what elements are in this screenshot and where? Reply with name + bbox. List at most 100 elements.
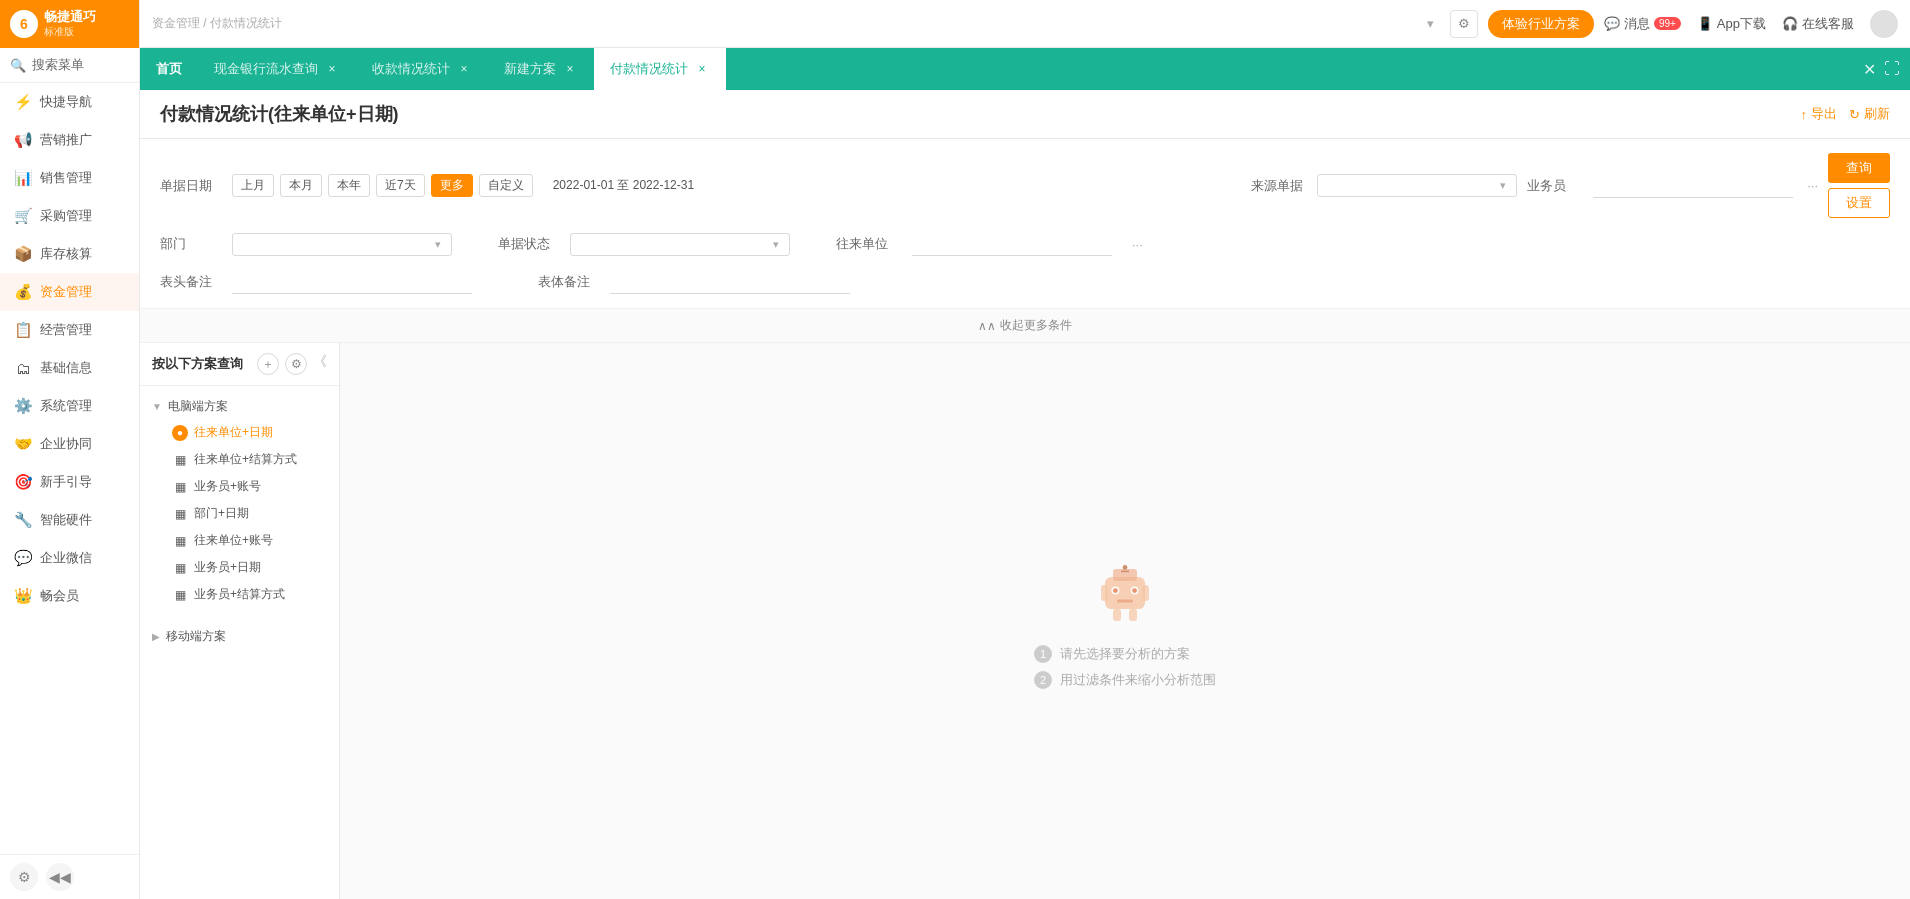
scheme-item-staff-pay[interactable]: ▦ 业务员+结算方式 — [152, 581, 327, 608]
sidebar-item-label: 采购管理 — [40, 207, 92, 225]
scheme-group-mobile-title[interactable]: ▶ 移动端方案 — [152, 624, 327, 649]
date-btn-7days[interactable]: 近7天 — [376, 174, 425, 197]
tab-bank-flow[interactable]: 现金银行流水查询 × — [198, 48, 356, 90]
sidebar-item-system[interactable]: ⚙️ 系统管理 — [0, 387, 139, 425]
staff-input[interactable] — [1593, 174, 1793, 198]
tab-new-scheme-close[interactable]: × — [562, 61, 578, 77]
scheme-item-staff-date[interactable]: ▦ 业务员+日期 — [152, 554, 327, 581]
svg-point-5 — [1132, 588, 1137, 593]
sidebar-item-inventory[interactable]: 📦 库存核算 — [0, 235, 139, 273]
collapse-sidebar-btn[interactable]: ◀◀ — [46, 863, 74, 891]
filter-area: 单据日期 上月 本月 本年 近7天 更多 自定义 2022-01-01 至 20… — [140, 139, 1910, 308]
sidebar-item-label: 系统管理 — [40, 397, 92, 415]
settings-scheme-btn[interactable]: ⚙ — [285, 353, 307, 375]
scheme-item-label: 业务员+账号 — [194, 478, 261, 495]
sidebar-item-label: 畅会员 — [40, 587, 79, 605]
sidebar-item-capital[interactable]: 💰 资金管理 — [0, 273, 139, 311]
query-btn[interactable]: 查询 — [1828, 153, 1890, 183]
date-range-value: 2022-01-01 至 2022-12-31 — [553, 177, 694, 194]
tab-payment-stat-close[interactable]: × — [694, 61, 710, 77]
sidebar-item-basic[interactable]: 🗂 基础信息 — [0, 349, 139, 387]
status-select[interactable]: ▾ — [570, 233, 790, 256]
collapse-bar[interactable]: ∧∧ 收起更多条件 — [140, 308, 1910, 343]
scheme-group-desktop-title[interactable]: ▼ 电脑端方案 — [152, 394, 327, 419]
scheme-item-icon: ▦ — [172, 533, 188, 549]
svg-rect-7 — [1101, 585, 1107, 601]
source-select[interactable]: ▾ — [1317, 174, 1517, 197]
scheme-item-dept-date[interactable]: ▦ 部门+日期 — [152, 500, 327, 527]
partner-input[interactable] — [912, 232, 1112, 256]
date-filter-label: 单据日期 — [160, 177, 216, 195]
app-download-btn[interactable]: 📱 App下载 — [1697, 15, 1766, 33]
page-header: 付款情况统计(往来单位+日期) ↑ 导出 ↻ 刷新 — [140, 90, 1910, 139]
hint-number-1: 1 — [1034, 645, 1052, 663]
messages-btn[interactable]: 💬 消息 99+ — [1604, 15, 1681, 33]
date-btn-more[interactable]: 更多 — [431, 174, 473, 197]
source-filter-label: 来源单据 — [1251, 177, 1307, 195]
tab-expand-icon[interactable]: ⛶ — [1884, 60, 1900, 78]
sidebar-item-operation[interactable]: 📋 经营管理 — [0, 311, 139, 349]
guide-icon: 🎯 — [14, 473, 32, 491]
scheme-item-staff-account[interactable]: ▦ 业务员+账号 — [152, 473, 327, 500]
action-buttons: 查询 设置 — [1828, 153, 1890, 218]
date-btn-this-month[interactable]: 本月 — [280, 174, 322, 197]
body-note-input[interactable] — [610, 270, 850, 294]
sidebar-item-label: 企业协同 — [40, 435, 92, 453]
basic-icon: 🗂 — [14, 359, 32, 377]
sidebar-item-marketing[interactable]: 📢 营销推广 — [0, 121, 139, 159]
tab-bank-flow-close[interactable]: × — [324, 61, 340, 77]
sidebar-menu: ⚡ 快捷导航 📢 营销推广 📊 销售管理 🛒 采购管理 📦 库存核算 💰 资金管… — [0, 83, 139, 854]
header-note-input[interactable] — [232, 270, 472, 294]
online-service-btn[interactable]: 🎧 在线客服 — [1782, 15, 1854, 33]
content-area: 付款情况统计(往来单位+日期) ↑ 导出 ↻ 刷新 单据日期 上月 本月 本年 — [140, 90, 1910, 899]
scheme-item-icon: ▦ — [172, 587, 188, 603]
sidebar-item-wechat[interactable]: 💬 企业微信 — [0, 539, 139, 577]
settings-btn[interactable]: 设置 — [1828, 188, 1890, 218]
tab-new-scheme[interactable]: 新建方案 × — [488, 48, 594, 90]
scheme-item-partner-date[interactable]: ● 往来单位+日期 — [152, 419, 327, 446]
sidebar-bottom: ⚙ ◀◀ — [0, 854, 139, 899]
scheme-item-label: 业务员+日期 — [194, 559, 261, 576]
page-header-actions: ↑ 导出 ↻ 刷新 — [1801, 105, 1891, 135]
staff-more-icon[interactable]: ··· — [1807, 178, 1818, 193]
sidebar-item-quick-nav[interactable]: ⚡ 快捷导航 — [0, 83, 139, 121]
user-avatar[interactable] — [1870, 10, 1898, 38]
scheme-item-partner-account[interactable]: ▦ 往来单位+账号 — [152, 527, 327, 554]
quick-nav-icon: ⚡ — [14, 93, 32, 111]
trial-btn[interactable]: 体验行业方案 — [1488, 10, 1594, 38]
tab-home[interactable]: 首页 — [140, 48, 198, 90]
empty-robot-icon — [1085, 553, 1165, 633]
add-scheme-btn[interactable]: ＋ — [257, 353, 279, 375]
hint-text-2: 用过滤条件来缩小分析范围 — [1060, 671, 1216, 689]
sidebar-item-sales[interactable]: 📊 销售管理 — [0, 159, 139, 197]
tab-receipt-stat[interactable]: 收款情况统计 × — [356, 48, 488, 90]
staff-filter-label: 业务员 — [1527, 177, 1583, 195]
date-btn-this-year[interactable]: 本年 — [328, 174, 370, 197]
sidebar-item-hardware[interactable]: 🔧 智能硬件 — [0, 501, 139, 539]
left-panel-actions: ＋ ⚙ 《 — [257, 353, 327, 375]
status-select-arrow: ▾ — [773, 238, 779, 251]
sidebar-search[interactable]: 🔍 搜索菜单 — [0, 48, 139, 83]
tab-close-all-icon[interactable]: ✕ — [1863, 60, 1876, 79]
scheme-item-label: 往来单位+日期 — [194, 424, 273, 441]
refresh-btn[interactable]: ↻ 刷新 — [1849, 105, 1890, 123]
sidebar-item-member[interactable]: 👑 畅会员 — [0, 577, 139, 615]
tab-payment-stat[interactable]: 付款情况统计 × — [594, 48, 726, 90]
sidebar-item-guide[interactable]: 🎯 新手引导 — [0, 463, 139, 501]
partner-more-icon[interactable]: ··· — [1132, 237, 1143, 252]
sidebar-item-purchase[interactable]: 🛒 采购管理 — [0, 197, 139, 235]
sidebar-item-enterprise[interactable]: 🤝 企业协同 — [0, 425, 139, 463]
online-service-label: 在线客服 — [1802, 15, 1854, 33]
date-btn-custom[interactable]: 自定义 — [479, 174, 533, 197]
tab-receipt-stat-close[interactable]: × — [456, 61, 472, 77]
dept-select[interactable]: ▾ — [232, 233, 452, 256]
breadcrumb-dropdown-icon[interactable]: ▾ — [1422, 15, 1440, 33]
app-icon: 6 — [10, 10, 38, 38]
topbar-gear-btn[interactable]: ⚙ — [1450, 10, 1478, 38]
export-btn[interactable]: ↑ 导出 — [1801, 105, 1838, 123]
settings-bottom-btn[interactable]: ⚙ — [10, 863, 38, 891]
scheme-item-partner-pay[interactable]: ▦ 往来单位+结算方式 — [152, 446, 327, 473]
date-btn-last-month[interactable]: 上月 — [232, 174, 274, 197]
collapse-panel-btn[interactable]: 《 — [313, 353, 327, 375]
sidebar-item-label: 经营管理 — [40, 321, 92, 339]
